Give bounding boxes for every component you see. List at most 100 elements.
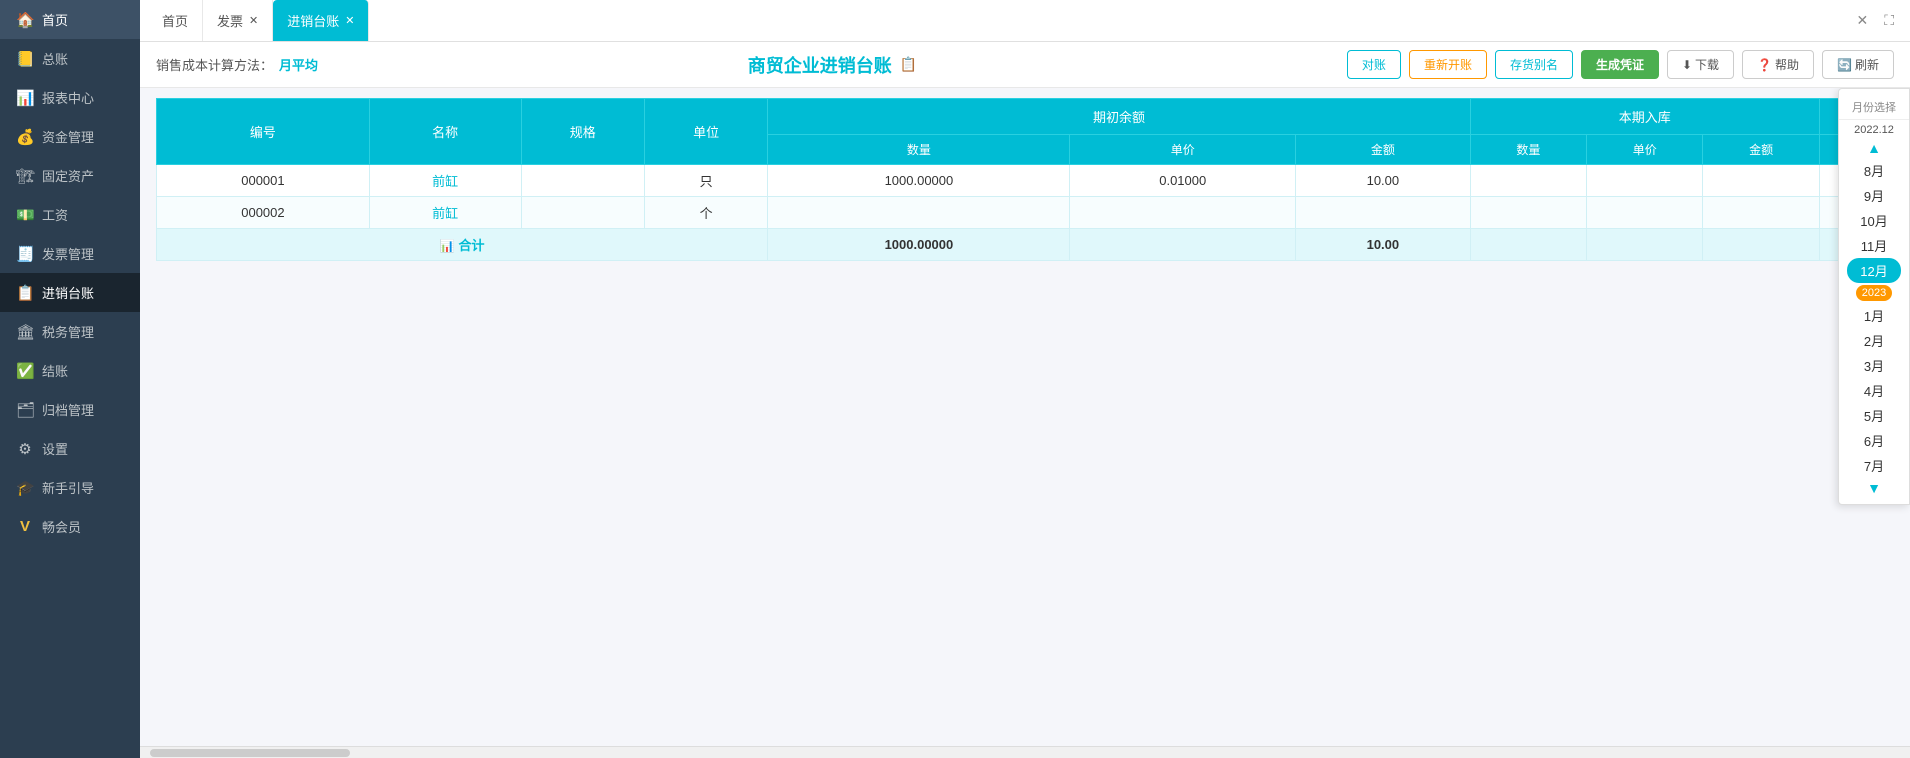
- sidebar-item-closing[interactable]: ✅ 结账: [0, 351, 140, 390]
- cell-name: 前缸: [369, 165, 521, 197]
- sidebar-item-purchase-sales[interactable]: 📋 进销台账: [0, 273, 140, 312]
- sidebar-item-assets[interactable]: 🏗 固定资产: [0, 156, 140, 195]
- refresh-button[interactable]: 🔄 刷新: [1822, 50, 1894, 79]
- window-close-button[interactable]: ✕: [1852, 10, 1872, 31]
- save-alias-button[interactable]: 存货别名: [1495, 50, 1573, 79]
- sidebar-item-finance[interactable]: 💰 资金管理: [0, 117, 140, 156]
- tab-invoice-label: 发票: [217, 11, 243, 30]
- tab-purchase-sales-label: 进销台账: [287, 11, 339, 30]
- cell-qty-open: 1000.00000: [768, 165, 1070, 197]
- month-item-2023-1[interactable]: 1月: [1839, 303, 1909, 328]
- cell-amount-open: 10.00: [1296, 165, 1471, 197]
- year-2023-tag: 2023: [1856, 285, 1892, 301]
- settings-icon: ⚙: [16, 440, 34, 458]
- sidebar-item-label: 进销台账: [42, 283, 94, 302]
- toolbar: 销售成本计算方法： 月平均 商贸企业进销台账 📋 对账 重新开账 存货别名 生成…: [140, 42, 1910, 88]
- scroll-thumb[interactable]: [150, 749, 350, 757]
- cost-method-label: 销售成本计算方法：: [156, 55, 273, 74]
- cell-price-in: [1587, 197, 1703, 229]
- cell-amount-in: [1703, 165, 1819, 197]
- month-item-2023-6[interactable]: 6月: [1839, 428, 1909, 453]
- scroll-down-button[interactable]: ▼: [1839, 478, 1909, 498]
- sidebar-item-reports[interactable]: 📊 报表中心: [0, 78, 140, 117]
- archive-icon: 🗂: [16, 401, 34, 419]
- cell-name: 前缸: [369, 197, 521, 229]
- month-item-2023-3[interactable]: 3月: [1839, 353, 1909, 378]
- table-total-row: 📊 合计 1000.00000 10.00: [157, 229, 1894, 261]
- download-button[interactable]: ⬇ 下载: [1667, 50, 1734, 79]
- sidebar-item-settings[interactable]: ⚙ 设置: [0, 429, 140, 468]
- total-label: 合计: [458, 238, 484, 253]
- sidebar-item-label: 畅会员: [42, 517, 81, 536]
- window-expand-button[interactable]: ⛶: [1880, 10, 1898, 31]
- content-area: 销售成本计算方法： 月平均 商贸企业进销台账 📋 对账 重新开账 存货别名 生成…: [140, 42, 1910, 758]
- tab-home[interactable]: 首页: [148, 0, 203, 41]
- cell-qty-open: [768, 197, 1070, 229]
- col-header-unit: 单位: [644, 99, 767, 165]
- sidebar-item-vip[interactable]: V 畅会员: [0, 507, 140, 546]
- cell-unit: 只: [644, 165, 767, 197]
- purchase-sales-table: 编号 名称 规格 单位 期初余额 本期入库 数量 单价 金额 数量: [156, 98, 1894, 261]
- reopen-button[interactable]: 重新开账: [1409, 50, 1487, 79]
- sidebar-item-label: 归档管理: [42, 400, 94, 419]
- col-header-id: 编号: [157, 99, 370, 165]
- col-header-opening: 期初余额: [768, 99, 1470, 135]
- cell-price-in: [1587, 165, 1703, 197]
- sidebar-item-ledger[interactable]: 📒 总账: [0, 39, 140, 78]
- month-item-12-active[interactable]: 12月: [1847, 258, 1901, 283]
- title-edit-icon[interactable]: 📋: [900, 56, 917, 73]
- tab-purchase-sales-close[interactable]: ✕: [345, 14, 354, 27]
- cell-amount-in: [1703, 197, 1819, 229]
- vip-icon: V: [16, 518, 34, 535]
- closing-icon: ✅: [16, 362, 34, 380]
- month-item-11[interactable]: 11月: [1839, 233, 1909, 258]
- sidebar-item-archive[interactable]: 🗂 归档管理: [0, 390, 140, 429]
- reconcile-button[interactable]: 对账: [1347, 50, 1401, 79]
- table-container[interactable]: 编号 名称 规格 单位 期初余额 本期入库 数量 单价 金额 数量: [140, 88, 1910, 746]
- sidebar-item-invoice-mgmt[interactable]: 🧾 发票管理: [0, 234, 140, 273]
- month-item-2023-5[interactable]: 5月: [1839, 403, 1909, 428]
- bottom-scrollbar[interactable]: [140, 746, 1910, 758]
- total-amount-open: 10.00: [1296, 229, 1471, 261]
- sidebar-item-tax[interactable]: 🏛 税务管理: [0, 312, 140, 351]
- month-item-8[interactable]: 8月: [1839, 158, 1909, 183]
- help-button[interactable]: ❓ 帮助: [1742, 50, 1814, 79]
- cost-method-value: 月平均: [279, 55, 318, 74]
- month-item-9[interactable]: 9月: [1839, 183, 1909, 208]
- cell-amount-open: [1296, 197, 1471, 229]
- table-row: 000002 前缸 个: [157, 197, 1894, 229]
- generate-voucher-button[interactable]: 生成凭证: [1581, 50, 1659, 79]
- guide-icon: 🎓: [16, 479, 34, 497]
- table-row: 000001 前缸 只 1000.00000 0.01000 10.00: [157, 165, 1894, 197]
- month-item-2023-7[interactable]: 7月: [1839, 453, 1909, 478]
- ledger-icon: 📒: [16, 50, 34, 68]
- month-panel-year-2022: 2022.12: [1839, 124, 1909, 136]
- tab-invoice[interactable]: 发票 ✕: [203, 0, 273, 41]
- month-item-2023-2[interactable]: 2月: [1839, 328, 1909, 353]
- sidebar-item-label: 设置: [42, 439, 68, 458]
- sidebar-item-guide[interactable]: 🎓 新手引导: [0, 468, 140, 507]
- sidebar-item-label: 税务管理: [42, 322, 94, 341]
- scroll-up-button[interactable]: ▲: [1839, 138, 1909, 158]
- month-item-10[interactable]: 10月: [1839, 208, 1909, 233]
- tab-invoice-close[interactable]: ✕: [249, 14, 258, 27]
- toolbar-right: 对账 重新开账 存货别名 生成凭证 ⬇ 下载 ❓ 帮助 🔄 刷新: [1347, 50, 1894, 79]
- total-price-in: [1587, 229, 1703, 261]
- sidebar-item-label: 工资: [42, 205, 68, 224]
- sidebar-item-salary[interactable]: 💵 工资: [0, 195, 140, 234]
- sidebar-item-label: 固定资产: [42, 166, 94, 185]
- tab-home-label: 首页: [162, 11, 188, 30]
- tabs-bar: 首页 发票 ✕ 进销台账 ✕ ✕ ⛶: [140, 0, 1910, 42]
- cell-id: 000002: [157, 197, 370, 229]
- total-amount-in: [1703, 229, 1819, 261]
- sidebar-item-label: 新手引导: [42, 478, 94, 497]
- sidebar-item-home[interactable]: 🏠 首页: [0, 0, 140, 39]
- sidebar-item-label: 总账: [42, 49, 68, 68]
- finance-icon: 💰: [16, 128, 34, 146]
- month-panel-title: 月份选择: [1839, 95, 1909, 120]
- total-label-cell: 📊 合计: [157, 229, 768, 261]
- home-icon: 🏠: [16, 11, 34, 29]
- month-item-2023-4[interactable]: 4月: [1839, 378, 1909, 403]
- tab-purchase-sales[interactable]: 进销台账 ✕: [273, 0, 369, 41]
- col-sub-amount-open: 金额: [1296, 135, 1471, 165]
